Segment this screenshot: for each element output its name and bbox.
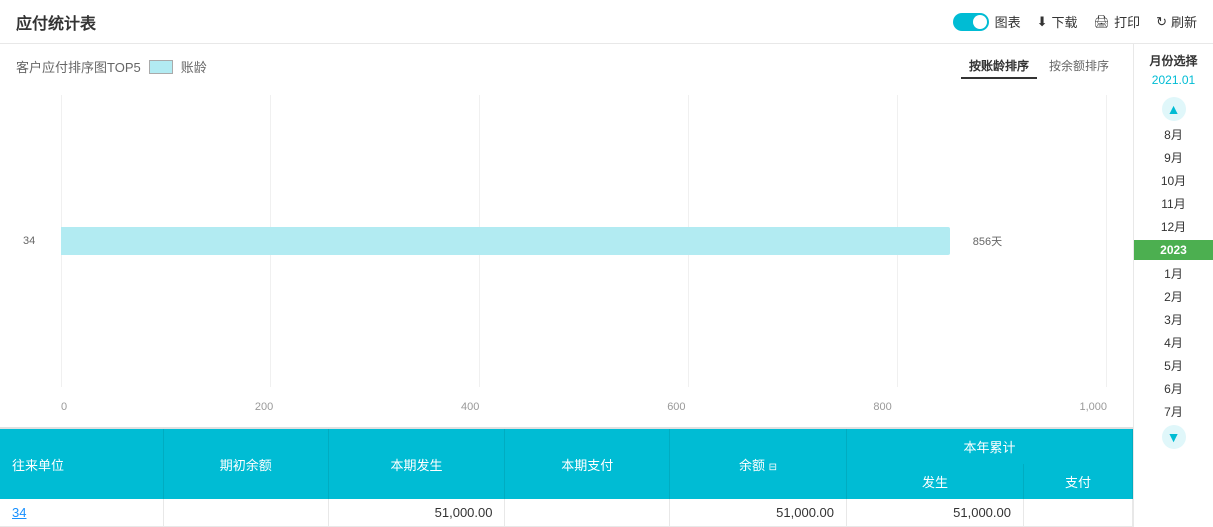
- page-title: 应付统计表: [16, 10, 96, 34]
- chart-area: 34 856天 0 200 400 600 800 1,000: [0, 85, 1133, 427]
- sidebar-down-button[interactable]: ▼: [1162, 425, 1186, 449]
- month-item-8[interactable]: 8月: [1134, 123, 1213, 146]
- x-label-5: 1,000: [1079, 401, 1107, 413]
- table-section: 往来单位 期初余额 本期发生 本期支付 余额 ⊟ 本年累计: [0, 427, 1133, 527]
- cell-balance: 51,000.00: [670, 499, 847, 527]
- month-item-7[interactable]: 7月: [1134, 400, 1213, 423]
- table-container: 往来单位 期初余额 本期发生 本期支付 余额 ⊟ 本年累计: [0, 429, 1133, 527]
- balance-sort-icon[interactable]: ⊟: [769, 462, 777, 473]
- header-actions: 图表 ⬇ 下载 🖨 打印 ↻ 刷新: [953, 12, 1197, 31]
- col-header-period-balance: 期初余额: [163, 429, 328, 499]
- legend-box: [149, 60, 173, 74]
- x-axis: 0 200 400 600 800 1,000: [61, 401, 1107, 413]
- print-icon: 🖨: [1094, 14, 1111, 30]
- month-item-5[interactable]: 5月: [1134, 354, 1213, 377]
- col-header-balance: 余额 ⊟: [670, 429, 847, 499]
- x-label-2: 400: [461, 401, 479, 413]
- sort-tab-balance[interactable]: 按余额排序: [1041, 54, 1117, 79]
- year-label-2023: 2023: [1134, 240, 1213, 260]
- legend-box-label: 账龄: [181, 57, 207, 76]
- cell-ytd-occ: 51,000.00: [847, 499, 1024, 527]
- legend-title: 客户应付排序图TOP5: [16, 57, 141, 76]
- month-item-9[interactable]: 9月: [1134, 146, 1213, 169]
- bar-right-label: 856天: [973, 233, 1002, 249]
- chart-toggle-group: 图表: [953, 12, 1021, 31]
- chart-inner: 34 856天: [61, 95, 1107, 387]
- month-item-3[interactable]: 3月: [1134, 308, 1213, 331]
- sidebar-title: 月份选择: [1149, 52, 1197, 69]
- col-header-current-occ: 本期发生: [328, 429, 505, 499]
- month-item-12[interactable]: 12月: [1134, 215, 1213, 238]
- download-icon: ⬇: [1037, 14, 1048, 30]
- month-item-4[interactable]: 4月: [1134, 331, 1213, 354]
- main-content: 客户应付排序图TOP5 账龄 按账龄排序 按余额排序: [0, 44, 1213, 527]
- month-item-1[interactable]: 1月: [1134, 262, 1213, 285]
- x-label-3: 600: [667, 401, 685, 413]
- month-item-2[interactable]: 2月: [1134, 285, 1213, 308]
- cell-unit: 34: [0, 499, 163, 527]
- x-label-1: 200: [255, 401, 273, 413]
- sort-tab-age[interactable]: 按账龄排序: [961, 54, 1037, 79]
- cell-current-pay: [505, 499, 670, 527]
- chart-header: 客户应付排序图TOP5 账龄 按账龄排序 按余额排序: [0, 44, 1133, 85]
- cell-ytd-pay: [1023, 499, 1132, 527]
- chart-toggle[interactable]: [953, 13, 989, 31]
- bar-y-label: 34: [23, 235, 35, 247]
- sort-tabs: 按账龄排序 按余额排序: [961, 54, 1117, 79]
- data-table: 往来单位 期初余额 本期发生 本期支付 余额 ⊟ 本年累计: [0, 429, 1133, 527]
- page-header: 应付统计表 图表 ⬇ 下载 🖨 打印 ↻ 刷新: [0, 0, 1213, 44]
- bar-0: 856天: [61, 227, 950, 255]
- month-item-6[interactable]: 6月: [1134, 377, 1213, 400]
- month-item-11[interactable]: 11月: [1134, 192, 1213, 215]
- refresh-button[interactable]: ↻ 刷新: [1156, 12, 1197, 31]
- table-row: 34 51,000.00 51,000.00 51,000.00: [0, 499, 1133, 527]
- col-header-ytd-occ: 发生: [847, 464, 1024, 499]
- print-label: 打印: [1114, 12, 1140, 31]
- refresh-label: 刷新: [1171, 12, 1197, 31]
- month-item-10[interactable]: 10月: [1134, 169, 1213, 192]
- chart-toggle-label: 图表: [995, 12, 1021, 31]
- x-label-4: 800: [873, 401, 891, 413]
- sidebar-up-button[interactable]: ▲: [1162, 97, 1186, 121]
- x-label-0: 0: [61, 401, 67, 413]
- unit-link[interactable]: 34: [12, 505, 26, 520]
- bar-chart: 34 856天 0 200 400 600 800 1,000: [16, 85, 1117, 417]
- col-header-unit: 往来单位: [0, 429, 163, 499]
- cell-period-balance: [163, 499, 328, 527]
- cell-current-occ: 51,000.00: [328, 499, 505, 527]
- sidebar-current-value[interactable]: 2021.01: [1152, 73, 1195, 87]
- col-header-ytd-pay: 支付: [1023, 464, 1132, 499]
- chart-section: 客户应付排序图TOP5 账龄 按账龄排序 按余额排序: [0, 44, 1133, 527]
- right-sidebar: 月份选择 2021.01 ▲ 8月 9月 10月 11月 12月 2023 1月…: [1133, 44, 1213, 527]
- chart-legend: 客户应付排序图TOP5 账龄: [16, 57, 207, 76]
- col-header-current-pay: 本期支付: [505, 429, 670, 499]
- refresh-icon: ↻: [1156, 14, 1167, 30]
- print-button[interactable]: 🖨 打印: [1094, 12, 1141, 31]
- col-header-ytd: 本年累计: [847, 429, 1133, 464]
- download-label: 下载: [1052, 12, 1078, 31]
- download-button[interactable]: ⬇ 下载: [1037, 12, 1078, 31]
